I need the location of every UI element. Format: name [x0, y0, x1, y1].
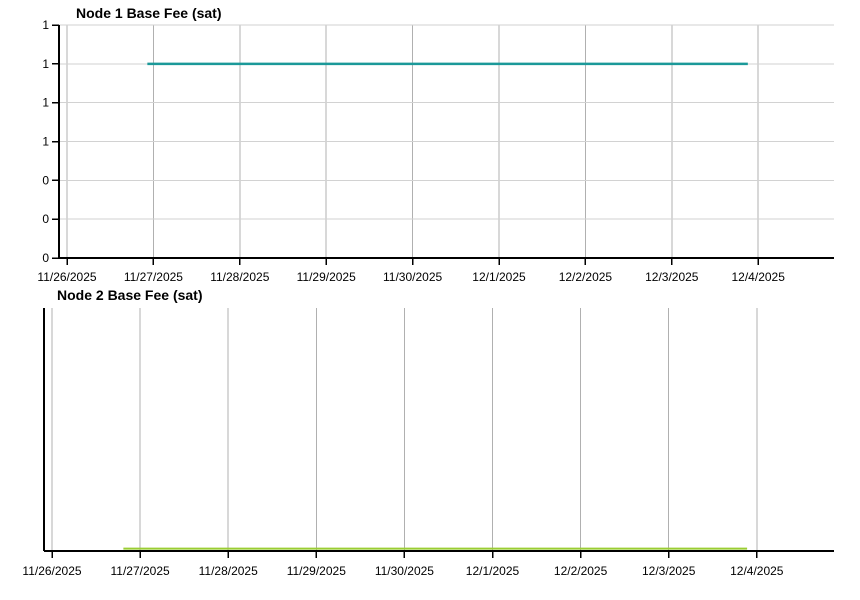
svg-text:11/28/2025: 11/28/2025: [210, 270, 269, 284]
svg-text:12/3/2025: 12/3/2025: [645, 270, 699, 284]
svg-text:11/27/2025: 11/27/2025: [124, 270, 183, 284]
svg-text:11/30/2025: 11/30/2025: [383, 270, 442, 284]
node1-chart-title: Node 1 Base Fee (sat): [76, 5, 222, 21]
node2-chart-title: Node 2 Base Fee (sat): [57, 287, 203, 303]
svg-text:11/29/2025: 11/29/2025: [287, 564, 346, 578]
svg-text:11/30/2025: 11/30/2025: [375, 564, 434, 578]
svg-text:0: 0: [42, 251, 49, 265]
fee-charts-page: 1 1 1 1 0 0 0 11/26/2025 11/27/2025 11/28/2025 11/…: [0, 0, 860, 600]
svg-text:1: 1: [42, 57, 49, 71]
svg-text:11/27/2025: 11/27/2025: [111, 564, 170, 578]
svg-text:11/26/2025: 11/26/2025: [22, 564, 81, 578]
svg-text:11/29/2025: 11/29/2025: [297, 270, 356, 284]
svg-text:1: 1: [42, 96, 49, 110]
svg-text:12/1/2025: 12/1/2025: [472, 270, 526, 284]
svg-text:1: 1: [42, 18, 49, 32]
svg-text:0: 0: [42, 212, 49, 226]
svg-text:12/2/2025: 12/2/2025: [559, 270, 613, 284]
svg-text:11/26/2025: 11/26/2025: [37, 270, 96, 284]
svg-text:12/3/2025: 12/3/2025: [642, 564, 696, 578]
svg-text:12/1/2025: 12/1/2025: [466, 564, 520, 578]
svg-text:12/4/2025: 12/4/2025: [730, 564, 784, 578]
svg-text:12/4/2025: 12/4/2025: [732, 270, 786, 284]
svg-text:1: 1: [42, 135, 49, 149]
svg-text:0: 0: [42, 173, 49, 187]
svg-text:11/28/2025: 11/28/2025: [199, 564, 258, 578]
svg-text:12/2/2025: 12/2/2025: [554, 564, 608, 578]
